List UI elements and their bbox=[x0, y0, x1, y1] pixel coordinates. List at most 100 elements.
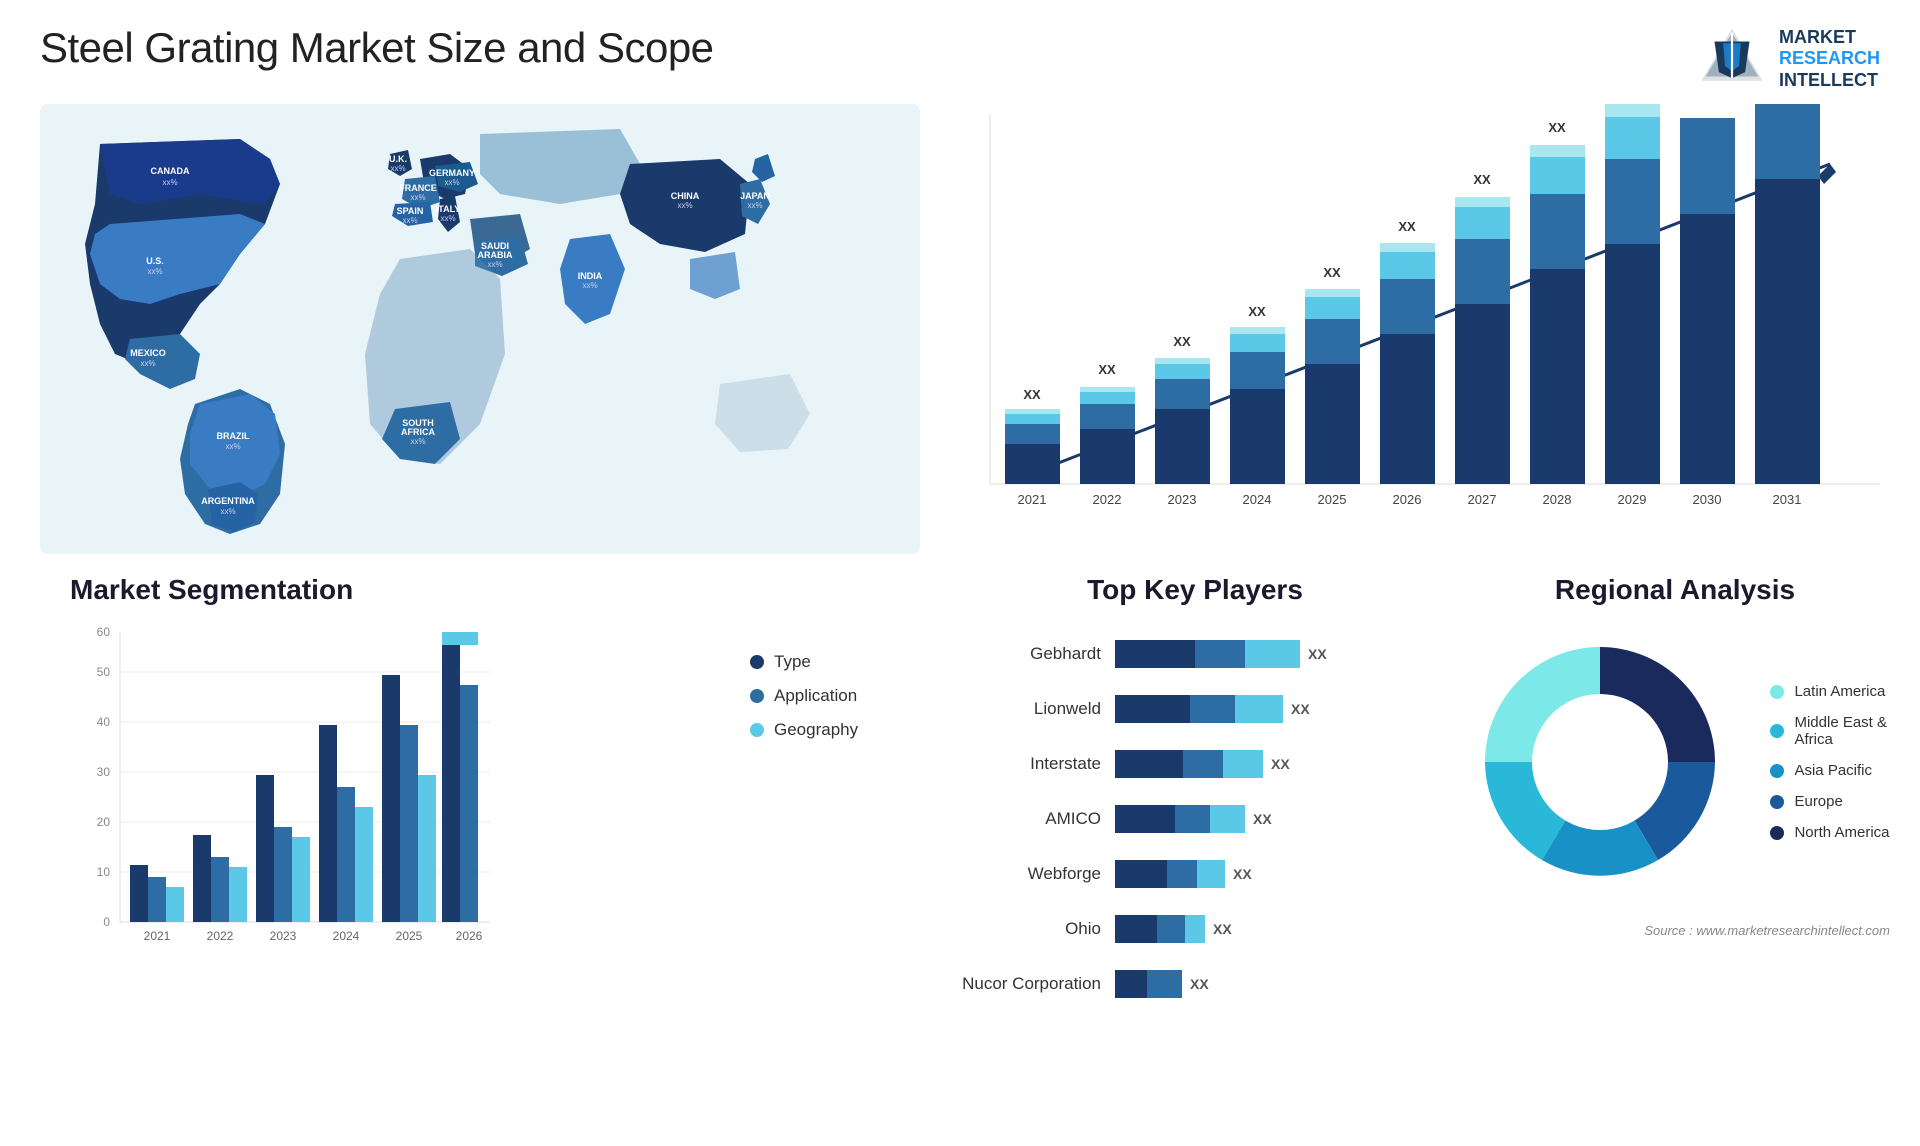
svg-text:xx%: xx% bbox=[410, 193, 425, 202]
logo-icon bbox=[1697, 24, 1767, 94]
svg-text:ITALY: ITALY bbox=[436, 204, 461, 214]
player-amico: AMICO bbox=[950, 791, 1115, 846]
regional-title: Regional Analysis bbox=[1460, 574, 1890, 606]
svg-text:xx%: xx% bbox=[140, 359, 155, 368]
north-america-label: North America bbox=[1794, 824, 1889, 841]
svg-text:2022: 2022 bbox=[1093, 492, 1122, 507]
svg-text:xx%: xx% bbox=[487, 260, 502, 269]
svg-text:ARABIA: ARABIA bbox=[478, 250, 513, 260]
svg-text:AFRICA: AFRICA bbox=[401, 427, 435, 437]
legend-geography: Geography bbox=[750, 720, 910, 740]
asia-pacific-label: Asia Pacific bbox=[1794, 762, 1872, 779]
player-webforge: Webforge bbox=[950, 846, 1115, 901]
header: Steel Grating Market Size and Scope MARK… bbox=[0, 0, 1920, 104]
geography-label: Geography bbox=[774, 720, 858, 740]
map-section: CANADA xx% U.S. xx% MEXICO xx% BRAZIL xx… bbox=[30, 104, 930, 564]
svg-text:XX: XX bbox=[1173, 334, 1191, 349]
svg-text:BRAZIL: BRAZIL bbox=[217, 431, 250, 441]
svg-text:XX: XX bbox=[1023, 387, 1041, 402]
svg-text:2031: 2031 bbox=[1773, 492, 1802, 507]
player-nucor: Nucor Corporation bbox=[950, 956, 1115, 1011]
svg-text:xx%: xx% bbox=[390, 164, 405, 173]
europe-label: Europe bbox=[1794, 793, 1842, 810]
svg-text:30: 30 bbox=[97, 765, 111, 779]
asia-pacific-dot bbox=[1770, 764, 1784, 778]
svg-text:CHINA: CHINA bbox=[671, 191, 700, 201]
svg-text:60: 60 bbox=[97, 625, 111, 639]
latin-america-dot bbox=[1770, 685, 1784, 699]
svg-text:xx%: xx% bbox=[747, 201, 762, 210]
svg-text:xx%: xx% bbox=[162, 178, 177, 187]
svg-text:2025: 2025 bbox=[1318, 492, 1347, 507]
segmentation-title: Market Segmentation bbox=[70, 574, 910, 606]
svg-text:XX: XX bbox=[1473, 172, 1491, 187]
svg-text:2026: 2026 bbox=[1393, 492, 1422, 507]
svg-text:0: 0 bbox=[103, 915, 110, 929]
legend-middle-east-africa: Middle East &Africa bbox=[1770, 714, 1889, 748]
svg-text:FRANCE: FRANCE bbox=[399, 183, 437, 193]
svg-text:xx%: xx% bbox=[147, 267, 162, 276]
svg-text:2021: 2021 bbox=[144, 929, 171, 943]
legend-application: Application bbox=[750, 686, 910, 706]
legend-latin-america: Latin America bbox=[1770, 683, 1889, 700]
segmentation-chart: 0 10 20 30 40 50 60 bbox=[70, 622, 510, 982]
middle-east-label: Middle East &Africa bbox=[1794, 714, 1887, 748]
application-label: Application bbox=[774, 686, 857, 706]
svg-text:50: 50 bbox=[97, 665, 111, 679]
regional-content: Latin America Middle East &Africa Asia P… bbox=[1460, 622, 1890, 902]
middle-east-dot bbox=[1770, 724, 1784, 738]
svg-text:xx%: xx% bbox=[582, 281, 597, 290]
north-america-dot bbox=[1770, 826, 1784, 840]
svg-text:xx%: xx% bbox=[402, 216, 417, 225]
svg-text:2024: 2024 bbox=[1243, 492, 1272, 507]
svg-text:20: 20 bbox=[97, 815, 111, 829]
world-map: CANADA xx% U.S. xx% MEXICO xx% BRAZIL xx… bbox=[40, 104, 920, 554]
svg-text:xx%: xx% bbox=[220, 507, 235, 516]
growth-chart: XX 2021 XX 2022 XX 2023 XX 2024 bbox=[940, 104, 1900, 554]
svg-text:40: 40 bbox=[97, 715, 111, 729]
canada-label: CANADA bbox=[151, 166, 190, 176]
segmentation-section: Market Segmentation 0 10 20 30 40 50 60 bbox=[30, 564, 930, 1134]
svg-text:U.S.: U.S. bbox=[146, 256, 164, 266]
svg-text:2030: 2030 bbox=[1693, 492, 1722, 507]
legend-type: Type bbox=[750, 652, 910, 672]
players-section: Top Key Players Gebhardt Lionweld Inters… bbox=[930, 564, 1450, 1134]
players-title: Top Key Players bbox=[950, 574, 1440, 606]
player-lionweld: Lionweld bbox=[950, 681, 1115, 736]
svg-text:INDIA: INDIA bbox=[578, 271, 603, 281]
player-gebhardt: Gebhardt bbox=[950, 626, 1115, 681]
logo-text: MARKETRESEARCHINTELLECT bbox=[1779, 27, 1880, 92]
svg-text:XX: XX bbox=[1548, 120, 1566, 135]
latin-america-label: Latin America bbox=[1794, 683, 1885, 700]
svg-text:ARGENTINA: ARGENTINA bbox=[201, 496, 255, 506]
svg-text:XX: XX bbox=[1098, 362, 1116, 377]
player-ohio: Ohio bbox=[950, 901, 1115, 956]
svg-text:2027: 2027 bbox=[1468, 492, 1497, 507]
type-label: Type bbox=[774, 652, 811, 672]
application-dot bbox=[750, 689, 764, 703]
svg-text:xx%: xx% bbox=[410, 437, 425, 446]
source-text: Source : www.marketresearchintellect.com bbox=[1460, 922, 1890, 940]
svg-text:xx%: xx% bbox=[677, 201, 692, 210]
svg-text:2026: 2026 bbox=[456, 929, 483, 943]
svg-text:XX: XX bbox=[1323, 265, 1341, 280]
players-content: Gebhardt Lionweld Interstate AMICO Webfo… bbox=[950, 626, 1440, 1011]
svg-text:JAPAN: JAPAN bbox=[740, 191, 770, 201]
svg-text:U.K.: U.K. bbox=[389, 154, 407, 164]
page-title: Steel Grating Market Size and Scope bbox=[40, 24, 714, 72]
legend-europe: Europe bbox=[1770, 793, 1889, 810]
svg-text:2021: 2021 bbox=[1018, 492, 1047, 507]
svg-text:10: 10 bbox=[97, 865, 111, 879]
player-bars: XX XX bbox=[1115, 626, 1440, 1011]
svg-text:SPAIN: SPAIN bbox=[397, 206, 424, 216]
svg-text:2029: 2029 bbox=[1618, 492, 1647, 507]
regional-legend: Latin America Middle East &Africa Asia P… bbox=[1770, 683, 1889, 841]
segmentation-legend: Type Application Geography bbox=[750, 622, 910, 754]
svg-text:XX: XX bbox=[1248, 304, 1266, 319]
svg-text:2022: 2022 bbox=[207, 929, 234, 943]
regional-section: Regional Analysis bbox=[1450, 564, 1910, 1134]
svg-text:xx%: xx% bbox=[444, 178, 459, 187]
geography-dot bbox=[750, 723, 764, 737]
bottom-right: Top Key Players Gebhardt Lionweld Inters… bbox=[930, 564, 1910, 1134]
svg-text:GERMANY: GERMANY bbox=[429, 168, 475, 178]
